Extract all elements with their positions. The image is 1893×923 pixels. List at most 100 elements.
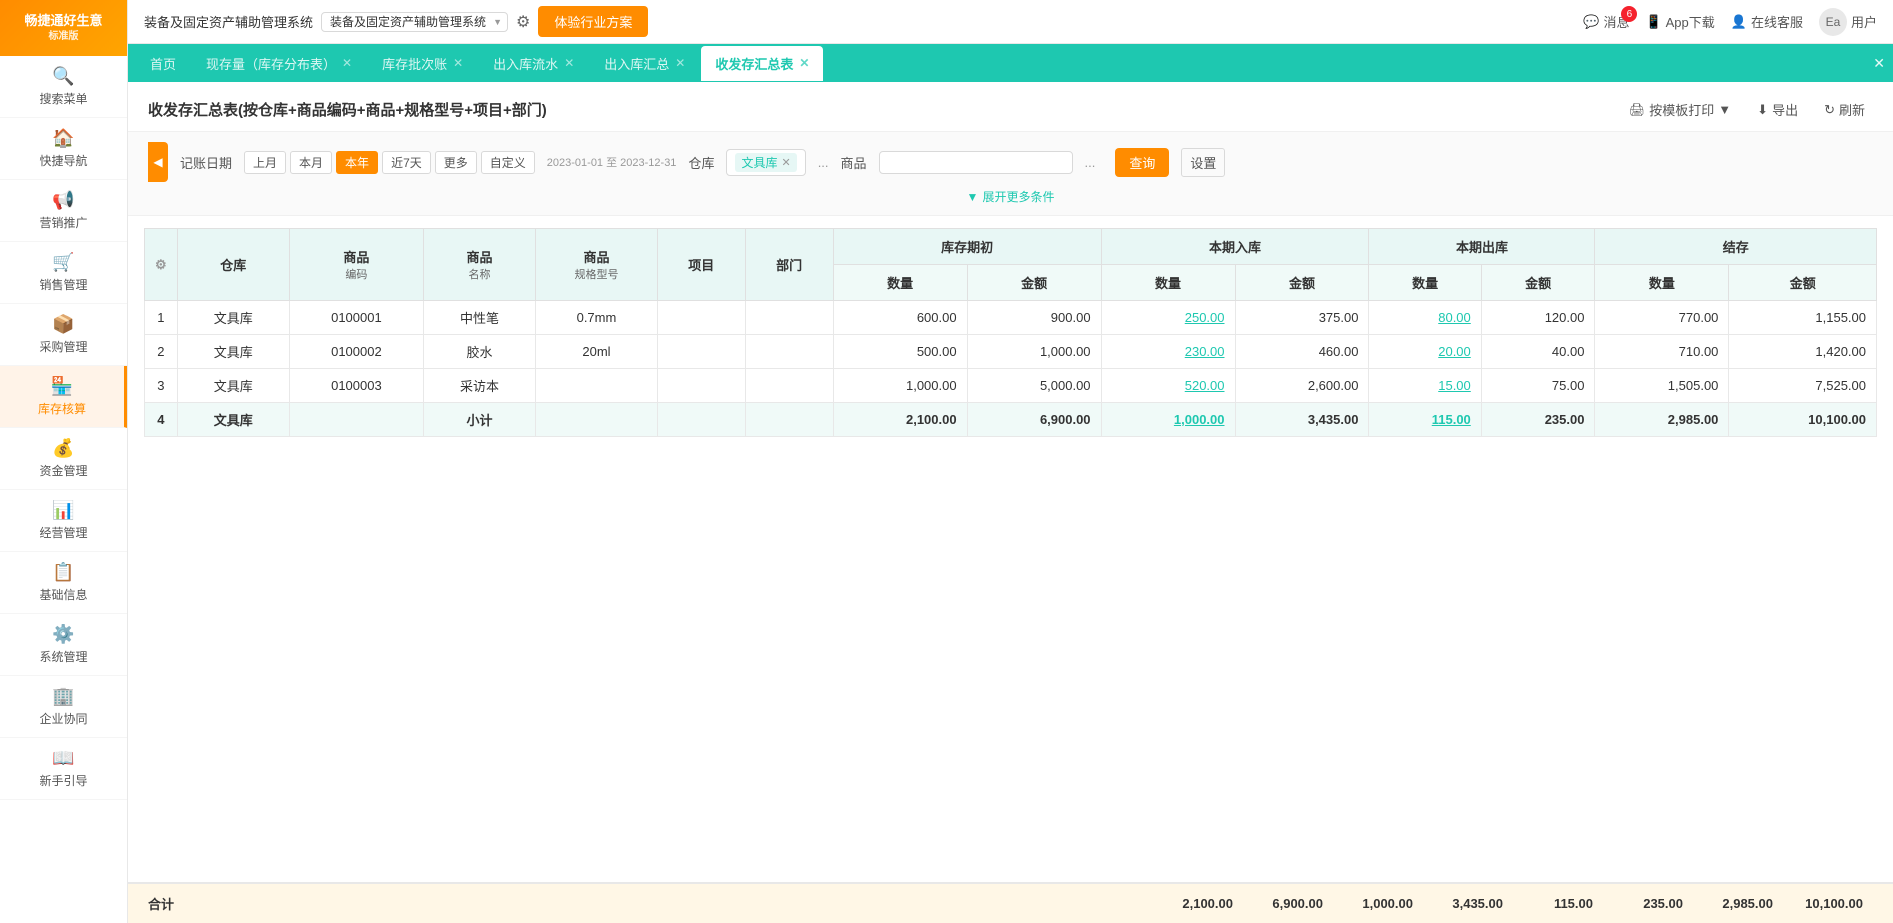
date-btn-自定义[interactable]: 自定义 [481,151,535,174]
sidebar-icon-quick-nav: 🏠 [52,128,74,149]
tab-label-inout-flow: 出入库流水 [493,54,558,73]
sidebar-item-operations[interactable]: 📊 经营管理 [0,490,127,552]
bottom-total-bar: 合计 2,100.00 6,900.00 1,000.00 3,435.00 1… [128,882,1893,923]
user-label: 用户 [1851,12,1877,31]
system-select-wrap: 装备及固定资产辅助管理系统 [321,12,508,32]
message-icon-item[interactable]: 💬 消息 6 [1583,12,1629,31]
sidebar-item-marketing[interactable]: 📢 营销推广 [0,180,127,242]
tab-close-batch[interactable]: ✕ [453,56,463,70]
sidebar-item-quick-nav[interactable]: 🏠 快捷导航 [0,118,127,180]
logo-title: 畅捷通好生意 [24,12,102,30]
sidebar-item-search[interactable]: 🔍 搜索菜单 [0,56,127,118]
date-btn-上月[interactable]: 上月 [244,151,286,174]
row-out-qty[interactable]: 20.00 [1369,335,1481,369]
app-download-item[interactable]: 📱 App下载 [1645,12,1714,31]
total-in-amount: 3,435.00 [1423,892,1513,915]
sidebar-icon-finance: 💰 [52,438,74,459]
row-product-spec [536,403,658,437]
main-content: 装备及固定资产辅助管理系统 装备及固定资产辅助管理系统 ⚙ 体验行业方案 💬 消… [128,0,1893,923]
row-in-amount: 375.00 [1235,301,1369,335]
column-settings-icon[interactable]: ⚙ [155,257,167,272]
sidebar-label-inventory: 库存核算 [38,400,86,417]
row-balance-amount: 1,420.00 [1729,335,1877,369]
sidebar-item-system[interactable]: ⚙️ 系统管理 [0,614,127,676]
date-btn-本月[interactable]: 本月 [290,151,332,174]
tab-close-inout-flow[interactable]: ✕ [564,56,574,70]
row-product-spec: 20ml [536,335,658,369]
message-badge: 6 [1621,6,1637,22]
th-settings[interactable]: ⚙ [145,229,178,301]
print-btn[interactable]: 🖨 按模板打印 ▼ [1621,96,1739,123]
tab-inventory-dist[interactable]: 现存量（库存分布表）✕ [192,46,366,81]
total-opening-amount: 6,900.00 [1243,892,1333,915]
row-in-qty[interactable]: 230.00 [1101,335,1235,369]
expand-conditions-btn[interactable]: ▼ 展开更多条件 [967,188,1055,205]
close-all-tabs-icon[interactable]: ✕ [1873,55,1885,72]
expand-row: ▼ 展开更多条件 [148,182,1873,205]
date-btn-更多[interactable]: 更多 [435,151,477,174]
online-service-label: 在线客服 [1751,12,1803,31]
tab-label-batch: 库存批次账 [382,54,447,73]
tab-close-collect-summary[interactable]: ✕ [799,56,809,70]
row-in-qty[interactable]: 520.00 [1101,369,1235,403]
tab-inout-flow[interactable]: 出入库流水 ✕ [479,46,588,81]
sidebar-item-purchase[interactable]: 📦 采购管理 [0,304,127,366]
sidebar-label-system: 系统管理 [39,648,87,665]
product-filter-input[interactable] [879,151,1073,174]
system-select[interactable]: 装备及固定资产辅助管理系统 [321,12,508,32]
tab-home[interactable]: 首页 [136,46,190,81]
sidebar-icon-basic-info: 📋 [52,562,74,583]
sidebar-icon-purchase: 📦 [52,314,74,335]
warehouse-more-btn[interactable]: ... [818,155,829,170]
tab-close-inout-summary[interactable]: ✕ [675,56,685,70]
sidebar-label-guide: 新手引导 [39,772,87,789]
logo-subtitle: 标准版 [24,30,102,44]
print-icon: 🖨 [1629,102,1646,118]
th-opening-qty: 数量 [833,265,967,301]
sidebar-item-inventory[interactable]: 🏪 库存核算 [0,366,127,428]
sidebar-icon-operations: 📊 [52,500,74,521]
date-btn-近7天[interactable]: 近7天 [382,151,431,174]
gear-icon[interactable]: ⚙ [516,12,530,32]
table-row: 4文具库小计2,100.006,900.001,000.003,435.0011… [145,403,1877,437]
th-balance-amount: 金额 [1729,265,1877,301]
row-balance-amount: 1,155.00 [1729,301,1877,335]
refresh-btn[interactable]: ↻ 刷新 [1816,96,1873,123]
online-service-item[interactable]: 👤 在线客服 [1731,12,1803,31]
row-product-code: 0100001 [289,301,423,335]
sidebar-label-quick-nav: 快捷导航 [39,152,87,169]
sidebar-item-basic-info[interactable]: 📋 基础信息 [0,552,127,614]
row-in-amount: 2,600.00 [1235,369,1369,403]
tab-close-inventory-dist[interactable]: ✕ [342,56,352,70]
export-btn[interactable]: ⬇ 导出 [1749,96,1806,123]
tab-label-collect-summary: 收发存汇总表 [715,54,793,73]
sidebar-item-sales[interactable]: 🛒 销售管理 [0,242,127,304]
filter-collapse-btn[interactable]: ◀ [148,142,168,182]
sidebar-label-sales: 销售管理 [39,276,87,293]
warehouse-tag-close[interactable]: ✕ [781,156,790,169]
row-out-qty[interactable]: 15.00 [1369,369,1481,403]
warehouse-filter-input[interactable]: 文具库 ✕ [726,149,805,176]
row-out-qty[interactable]: 80.00 [1369,301,1481,335]
sidebar-icon-system: ⚙️ [52,624,74,645]
settings-btn[interactable]: 设置 [1181,148,1225,177]
sidebar-item-guide[interactable]: 📖 新手引导 [0,738,127,800]
date-btn-本年[interactable]: 本年 [336,151,378,174]
product-search-input[interactable] [888,155,1064,170]
sidebar-item-enterprise[interactable]: 🏢 企业协同 [0,676,127,738]
table-area: ⚙ 仓库 商品编码 商品名称 商品规格型号 项目 部门 库存期初 本期入库 本期… [128,216,1893,882]
tab-collect-summary[interactable]: 收发存汇总表 ✕ [701,46,823,81]
experience-btn[interactable]: 体验行业方案 [538,6,648,37]
sidebar-item-finance[interactable]: 💰 资金管理 [0,428,127,490]
product-more-btn[interactable]: ... [1085,155,1096,170]
th-in-amount: 金额 [1235,265,1369,301]
tab-batch[interactable]: 库存批次账 ✕ [368,46,477,81]
tab-inout-summary[interactable]: 出入库汇总✕ [590,46,699,81]
row-in-qty[interactable]: 250.00 [1101,301,1235,335]
row-in-amount: 460.00 [1235,335,1369,369]
user-item[interactable]: Ea 用户 [1819,8,1877,36]
row-no: 1 [145,301,178,335]
sidebar-icon-inventory: 🏪 [51,376,73,397]
query-btn[interactable]: 查询 [1115,148,1169,177]
row-project [657,369,745,403]
